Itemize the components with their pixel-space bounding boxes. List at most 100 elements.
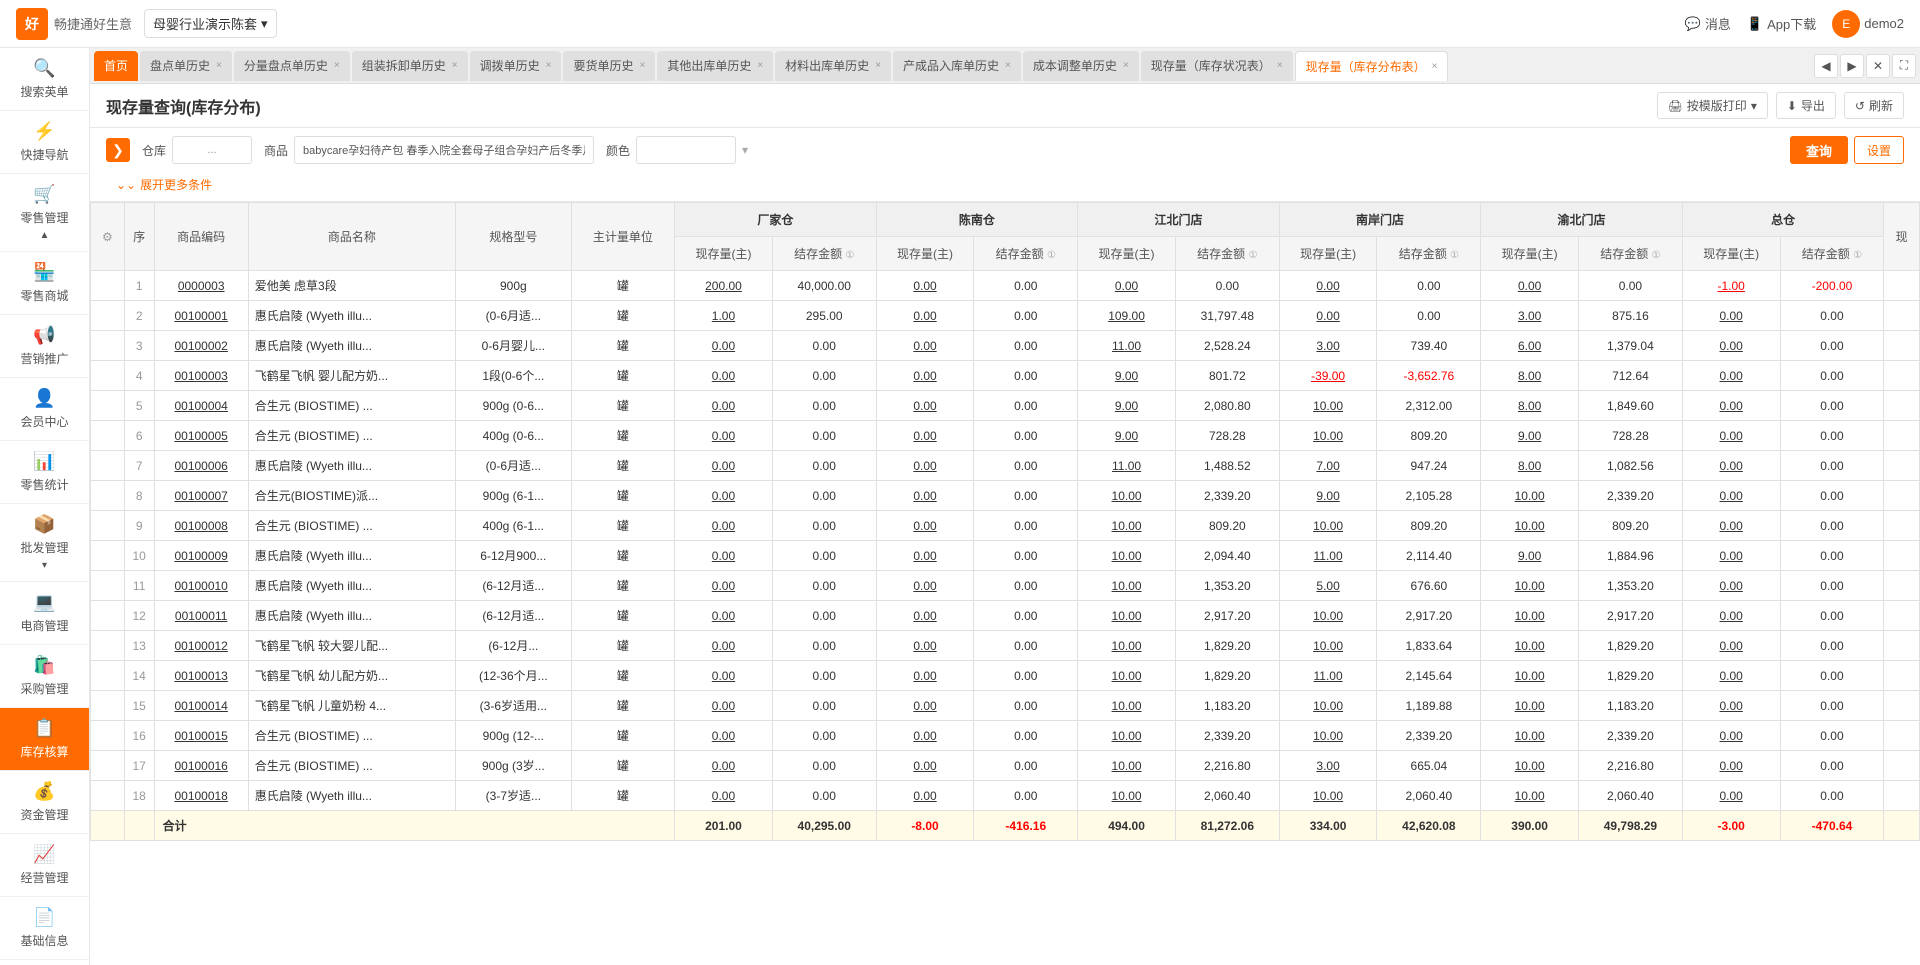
tab-home[interactable]: 首页 xyxy=(94,51,138,81)
refresh-btn[interactable]: ↺ 刷新 xyxy=(1844,92,1904,119)
col-settings[interactable]: ⚙ xyxy=(91,203,125,271)
tab-order-close[interactable]: × xyxy=(639,60,645,71)
app-icon: 📱 xyxy=(1747,16,1763,32)
nav-selector[interactable]: 母婴行业演示陈套 ▾ xyxy=(144,9,277,38)
row-spec: 900g (3岁... xyxy=(455,751,571,781)
row-chennan-amt: 0.00 xyxy=(974,511,1078,541)
expand-conditions-btn[interactable]: ⌄⌄ 展开更多条件 xyxy=(116,176,212,193)
row-chennan-amt: 0.00 xyxy=(974,571,1078,601)
tabs-close-btn[interactable]: ✕ xyxy=(1866,54,1890,78)
row-chennan-qty: 0.00 xyxy=(876,271,974,301)
tab-transfer-label: 调拨单历史 xyxy=(480,57,540,74)
row-yubei-qty: 10.00 xyxy=(1481,511,1579,541)
row-jiangbei-qty: 10.00 xyxy=(1078,571,1176,601)
setting-btn[interactable]: 设置 xyxy=(1854,136,1904,164)
row-jiangbei-amt: 2,094.40 xyxy=(1175,541,1279,571)
query-btn[interactable]: 查询 xyxy=(1790,136,1848,164)
expand-btn[interactable]: ❯ xyxy=(106,138,130,162)
summary-total-qty: -3.00 xyxy=(1682,811,1780,841)
tab-stock-history[interactable]: 盘点单历史 × xyxy=(140,51,232,81)
row-factory-qty: 0.00 xyxy=(675,541,773,571)
tab-inventory-status-close[interactable]: × xyxy=(1277,60,1283,71)
row-extra xyxy=(1884,511,1920,541)
col-jiangbei-qty: 现存量(主) xyxy=(1078,237,1176,271)
tab-transfer-close[interactable]: × xyxy=(546,60,552,71)
tab-inventory-dist-close[interactable]: × xyxy=(1432,61,1438,72)
warehouse-field: 仓库 ... xyxy=(142,136,252,164)
sidebar-item-operations[interactable]: 📈 经营管理 xyxy=(0,834,89,897)
table-row: 11 00100010 惠氏启陵 (Wyeth illu... (6-12月适.… xyxy=(91,571,1920,601)
tab-material-out-close[interactable]: × xyxy=(875,60,881,71)
color-dropdown-arrow[interactable]: ▾ xyxy=(742,143,748,157)
sidebar-item-marketing[interactable]: 📢 营销推广 xyxy=(0,315,89,378)
tab-product-in[interactable]: 产成品入库单历史 × xyxy=(893,51,1021,81)
tab-stock-history-close[interactable]: × xyxy=(216,60,222,71)
sidebar-item-inventory[interactable]: 📋 库存核算 xyxy=(0,708,89,771)
print-btn[interactable]: 🖨 按模版打印 ▾ xyxy=(1657,92,1768,119)
row-unit: 罐 xyxy=(571,721,674,751)
tab-other-out[interactable]: 其他出库单历史 × xyxy=(657,51,773,81)
tab-material-out[interactable]: 材料出库单历史 × xyxy=(775,51,891,81)
tab-assemble-label: 组装拆卸单历史 xyxy=(362,57,446,74)
tab-assemble-close[interactable]: × xyxy=(452,60,458,71)
sidebar-label-stats: 零售统计 xyxy=(20,476,68,493)
row-yubei-qty: 6.00 xyxy=(1481,331,1579,361)
row-nanan-qty: 11.00 xyxy=(1279,661,1377,691)
row-name: 合生元 (BIOSTIME) ... xyxy=(248,511,455,541)
tab-assemble[interactable]: 组装拆卸单历史 × xyxy=(352,51,468,81)
sidebar-item-wholesale[interactable]: 📦 批发管理 ▾ xyxy=(0,504,89,582)
tab-product-in-close[interactable]: × xyxy=(1005,60,1011,71)
row-jiangbei-qty: 10.00 xyxy=(1078,661,1176,691)
row-factory-amt: 0.00 xyxy=(772,721,876,751)
sidebar-item-search[interactable]: 🔍 搜索英单 xyxy=(0,48,89,111)
warehouse-input[interactable]: ... xyxy=(172,136,252,164)
app-download-btn[interactable]: 📱 App下载 xyxy=(1747,14,1816,33)
row-extra xyxy=(1884,751,1920,781)
tab-other-out-close[interactable]: × xyxy=(757,60,763,71)
sidebar-item-quick[interactable]: ⚡ 快捷导航 xyxy=(0,111,89,174)
message-btn[interactable]: 💬 消息 xyxy=(1685,14,1731,33)
sidebar-item-retail[interactable]: 🛒 零售管理 ▲ xyxy=(0,174,89,252)
col-total-header: 总仓 xyxy=(1682,203,1884,237)
color-input[interactable] xyxy=(636,136,736,164)
tab-transfer[interactable]: 调拨单历史 × xyxy=(470,51,562,81)
row-factory-amt: 0.00 xyxy=(772,511,876,541)
sidebar-item-system[interactable]: ⚙️ 系统管理 xyxy=(0,960,89,965)
sidebar-item-retail-store[interactable]: 🏪 零售商城 xyxy=(0,252,89,315)
tab-cost-adjust-close[interactable]: × xyxy=(1123,60,1129,71)
sidebar-item-stats[interactable]: 📊 零售统计 xyxy=(0,441,89,504)
sidebar-label-basic: 基础信息 xyxy=(20,932,68,949)
row-name: 合生元 (BIOSTIME) ... xyxy=(248,421,455,451)
export-btn[interactable]: ⬇ 导出 xyxy=(1776,92,1836,119)
row-spec: (6-12月... xyxy=(455,631,571,661)
sidebar-item-finance[interactable]: 💰 资金管理 xyxy=(0,771,89,834)
tabs-expand-btn[interactable]: ⛶ xyxy=(1892,54,1916,78)
goods-input[interactable] xyxy=(294,136,594,164)
sidebar-item-basic[interactable]: 📄 基础信息 xyxy=(0,897,89,960)
row-nanan-qty: 10.00 xyxy=(1279,781,1377,811)
sidebar-item-purchase[interactable]: 🛍️ 采购管理 xyxy=(0,645,89,708)
row-total-qty: -1.00 xyxy=(1682,271,1780,301)
row-factory-qty: 0.00 xyxy=(675,661,773,691)
tab-inventory-dist[interactable]: 现存量（库存分布表） × xyxy=(1295,51,1449,81)
tabs-prev-btn[interactable]: ◀ xyxy=(1814,54,1838,78)
row-factory-qty: 0.00 xyxy=(675,781,773,811)
search-row: ❯ 仓库 ... 商品 颜色 ▾ 查询 设 xyxy=(106,136,1904,164)
user-area[interactable]: E demo2 xyxy=(1832,10,1904,38)
row-factory-qty: 0.00 xyxy=(675,751,773,781)
tabs-next-btn[interactable]: ▶ xyxy=(1840,54,1864,78)
row-spec: 900g (6-1... xyxy=(455,481,571,511)
row-spec: (0-6月适... xyxy=(455,451,571,481)
row-total-amt: 0.00 xyxy=(1780,511,1884,541)
tab-inventory-status[interactable]: 现存量（库存状况表） × xyxy=(1141,51,1293,81)
tab-cost-adjust[interactable]: 成本调整单历史 × xyxy=(1023,51,1139,81)
row-no: 4 xyxy=(124,361,154,391)
inventory-icon: 📋 xyxy=(33,718,55,739)
tab-order[interactable]: 要货单历史 × xyxy=(563,51,655,81)
tab-part-stock-close[interactable]: × xyxy=(334,60,340,71)
tab-part-stock[interactable]: 分量盘点单历史 × xyxy=(234,51,350,81)
sidebar-item-ecom[interactable]: 💻 电商管理 xyxy=(0,582,89,645)
row-code: 00100004 xyxy=(154,391,248,421)
sidebar-item-member[interactable]: 👤 会员中心 xyxy=(0,378,89,441)
col-jiangbei-amt: 结存金额 ① xyxy=(1175,237,1279,271)
